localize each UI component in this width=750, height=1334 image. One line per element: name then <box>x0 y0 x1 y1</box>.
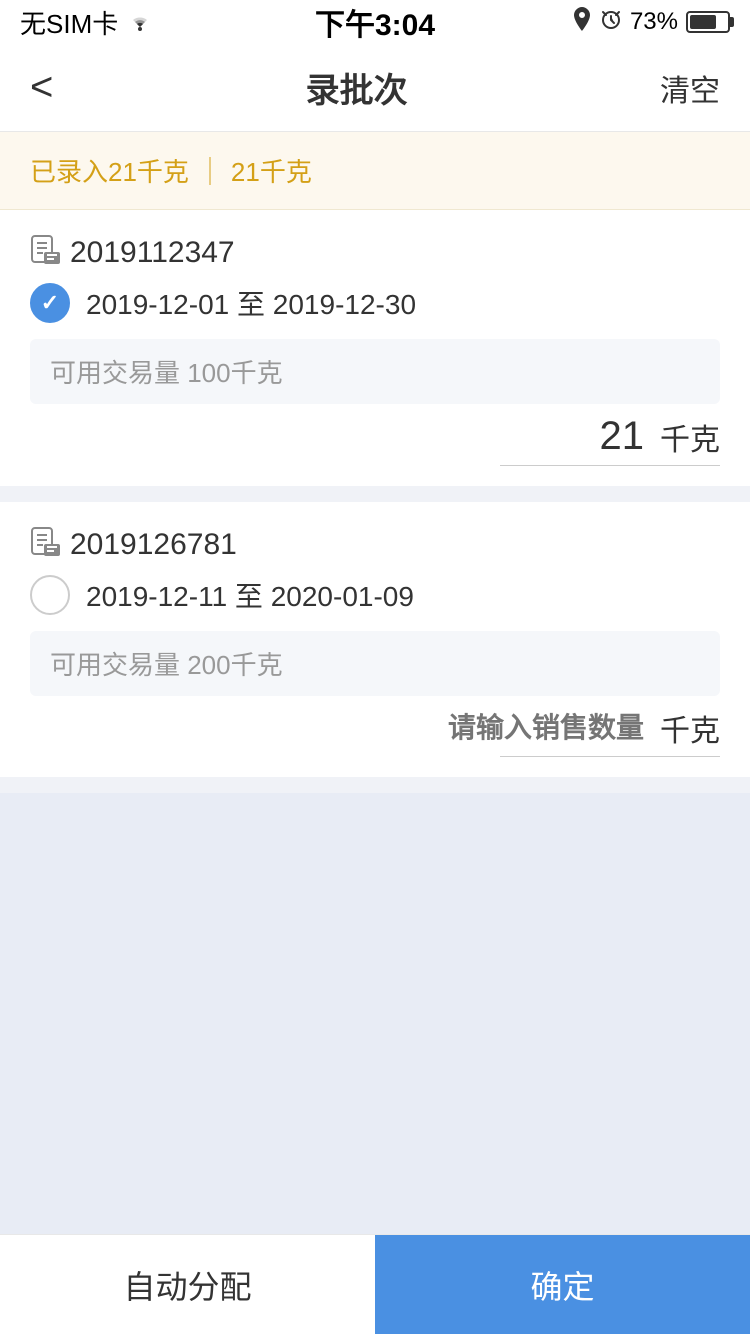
batch-date-1: 2019-12-01 至 2019-12-30 <box>86 283 416 323</box>
empty-space <box>0 793 750 1234</box>
batch-id-row-1: 2019112347 <box>30 234 720 271</box>
clear-button[interactable]: 清空 <box>660 66 720 110</box>
nav-bar: < 录批次 清空 <box>0 44 750 132</box>
underline-2 <box>500 756 720 757</box>
batch-card-1-inner: 2019112347 2019-12-01 至 2019-12-30 可用交易量… <box>0 210 750 404</box>
content-area: 已录入21千克 21千克 2019112347 <box>0 132 750 1234</box>
batch-id-2: 2019126781 <box>70 528 237 562</box>
location-icon <box>572 7 592 38</box>
batch-id-1: 2019112347 <box>70 236 235 270</box>
carrier-text: 无SIM卡 <box>20 4 118 41</box>
battery-percent: 73% <box>630 8 678 36</box>
avail-row-2: 可用交易量 200千克 <box>30 631 720 696</box>
amount-unit-1: 千克 <box>660 415 720 459</box>
avail-text-2: 可用交易量 200千克 <box>50 650 283 680</box>
back-button[interactable]: < <box>30 65 53 110</box>
status-right: 73% <box>572 7 730 38</box>
wifi-icon <box>126 7 154 38</box>
summary-label: 已录入21千克 <box>30 152 189 189</box>
alarm-icon <box>600 8 622 37</box>
batch-doc-icon-1 <box>30 234 62 271</box>
radio-2[interactable] <box>30 575 70 615</box>
amount-line-2: 千克 <box>344 706 720 750</box>
amount-row-2: 千克 <box>0 696 750 777</box>
amount-value-1: 21 <box>600 414 645 459</box>
card-separator-2 <box>0 777 750 793</box>
card-separator-1 <box>0 486 750 502</box>
batch-card-1: 2019112347 2019-12-01 至 2019-12-30 可用交易量… <box>0 210 750 486</box>
radio-1[interactable] <box>30 283 70 323</box>
summary-bar: 已录入21千克 21千克 <box>0 132 750 210</box>
batch-date-row-1[interactable]: 2019-12-01 至 2019-12-30 <box>30 283 720 323</box>
confirm-button[interactable]: 确定 <box>375 1235 750 1334</box>
batch-date-row-2[interactable]: 2019-12-11 至 2020-01-09 <box>30 575 720 615</box>
underline-1 <box>500 465 720 466</box>
amount-line-1: 21 千克 <box>600 414 721 459</box>
avail-text-1: 可用交易量 100千克 <box>50 358 283 388</box>
battery-icon <box>686 11 730 33</box>
summary-divider <box>209 157 211 185</box>
bottom-bar: 自动分配 确定 <box>0 1234 750 1334</box>
avail-row-1: 可用交易量 100千克 <box>30 339 720 404</box>
batch-card-2: 2019126781 2019-12-11 至 2020-01-09 可用交易量… <box>0 502 750 777</box>
batch-card-2-inner: 2019126781 2019-12-11 至 2020-01-09 可用交易量… <box>0 502 750 696</box>
status-left: 无SIM卡 <box>20 4 154 41</box>
quantity-input-2[interactable] <box>344 712 644 744</box>
batch-doc-icon-2 <box>30 526 62 563</box>
amount-unit-2: 千克 <box>660 706 720 750</box>
summary-value: 21千克 <box>231 152 312 189</box>
auto-assign-button[interactable]: 自动分配 <box>0 1235 375 1334</box>
status-time: 下午3:04 <box>315 0 435 44</box>
page-title: 录批次 <box>306 63 408 112</box>
status-bar: 无SIM卡 下午3:04 73% <box>0 0 750 44</box>
batch-id-row-2: 2019126781 <box>30 526 720 563</box>
amount-row-1: 21 千克 <box>0 404 750 486</box>
batch-date-2: 2019-12-11 至 2020-01-09 <box>86 575 414 615</box>
